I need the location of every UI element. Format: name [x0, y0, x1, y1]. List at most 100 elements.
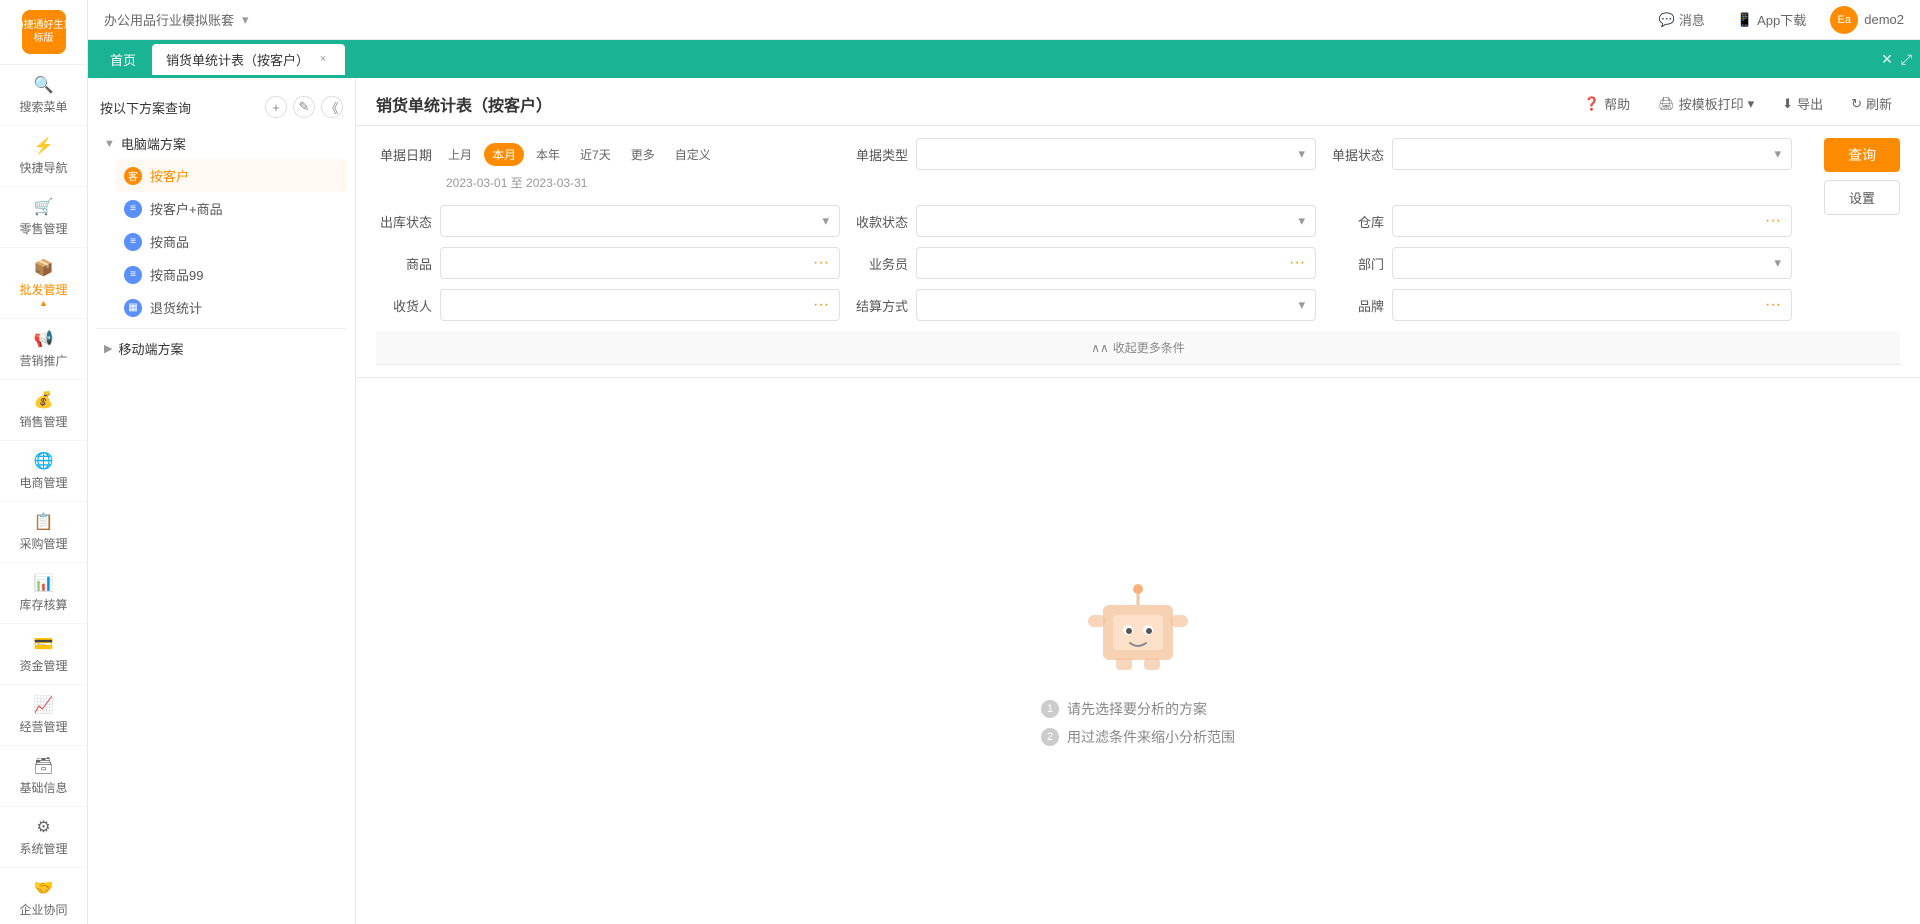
sidebar-item-retail[interactable]: 🛒 零售管理	[0, 187, 87, 248]
message-btn[interactable]: 💬 消息	[1651, 6, 1713, 33]
sidebar-item-label: 营销推广	[19, 352, 67, 369]
search-button[interactable]: 查询	[1824, 138, 1900, 172]
sidebar-item-cooperation[interactable]: 🤝 企业协同	[0, 868, 87, 924]
doc-type-input[interactable]: ▾	[916, 138, 1316, 170]
tree-child-by-goods[interactable]: ≡ 按商品	[116, 225, 347, 258]
sidebar-item-purchase[interactable]: 📋 采购管理	[0, 502, 87, 563]
doc-status-filter-cell: 单据状态 ▾	[1328, 138, 1792, 170]
refresh-icon: ↻	[1851, 96, 1862, 112]
export-icon: ⬇	[1782, 96, 1793, 112]
add-scheme-btn[interactable]: +	[265, 96, 287, 118]
collapse-label: 收起更多条件	[1113, 339, 1185, 356]
tab-close-btn[interactable]: ×	[315, 51, 331, 67]
date-tab-more[interactable]: 更多	[623, 143, 663, 166]
sidebar-item-basic[interactable]: 🗃 基础信息	[0, 746, 87, 807]
print-btn[interactable]: 🖨 按模板打印 ▾	[1650, 90, 1762, 117]
date-label: 单据日期	[376, 145, 432, 164]
download-icon: 📱	[1737, 12, 1753, 28]
tab-active[interactable]: 销货单统计表（按客户） ×	[152, 44, 345, 75]
system-icon: ⚙	[36, 817, 50, 837]
salesperson-input[interactable]: ···	[916, 247, 1316, 279]
sidebar-item-ecommerce[interactable]: 🌐 电商管理	[0, 441, 87, 502]
return-stats-scheme-icon: ▦	[124, 299, 142, 317]
tree-expand-right-icon: ▶	[104, 342, 112, 355]
brand-input[interactable]: ···	[1392, 289, 1792, 321]
help-btn[interactable]: ❓ 帮助	[1576, 90, 1638, 117]
print-arrow-icon: ▾	[1748, 96, 1755, 112]
maximize-icon[interactable]: ⤢	[1901, 51, 1912, 68]
warehouse-label: 仓库	[1328, 212, 1384, 231]
content-area: 按以下方案查询 + ✎ 《 ▼ 电脑端方案 客 按客户	[88, 78, 1920, 924]
user-info[interactable]: Ea demo2	[1830, 6, 1904, 34]
page-header: 销货单统计表（按客户） ❓ 帮助 🖨 按模板打印 ▾ ⬇ 导出	[356, 78, 1920, 126]
goods-scheme-icon: ≡	[124, 233, 142, 251]
receipt-status-input[interactable]: ▾	[916, 205, 1316, 237]
salesperson-label: 业务员	[852, 254, 908, 273]
collapse-panel-btn[interactable]: 《	[321, 96, 343, 118]
out-status-input[interactable]: ▾	[440, 205, 840, 237]
tab-home[interactable]: 首页	[96, 44, 150, 75]
settlement-input[interactable]: ▾	[916, 289, 1316, 321]
sidebar-item-sales[interactable]: 💰 销售管理	[0, 380, 87, 441]
date-tab-7days[interactable]: 近7天	[572, 143, 619, 166]
close-window-icon[interactable]: ✕	[1881, 51, 1893, 68]
sidebar-item-label: 电商管理	[19, 474, 67, 491]
tree-section: ▼ 电脑端方案 客 按客户 ≡ 按客户+商品 ≡ 按商品	[88, 128, 355, 364]
edit-scheme-btn[interactable]: ✎	[293, 96, 315, 118]
search-icon: 🔍	[34, 75, 54, 95]
goods-filter-cell: 商品 ···	[376, 247, 840, 279]
sidebar-item-marketing[interactable]: 📢 营销推广	[0, 319, 87, 380]
empty-tip-2: 2 用过滤条件来缩小分析范围	[1041, 727, 1235, 747]
chevron-up-icon: ▲	[39, 298, 48, 308]
date-tab-this-month[interactable]: 本月	[484, 143, 524, 166]
doc-status-input[interactable]: ▾	[1392, 138, 1792, 170]
date-tab-custom[interactable]: 自定义	[667, 143, 719, 166]
receiver-input[interactable]: ···	[440, 289, 840, 321]
main-area: 办公用品行业模拟账套 ▾ 💬 消息 📱 App下载 Ea demo2 首页 销货…	[88, 0, 1920, 924]
customer-goods-scheme-icon: ≡	[124, 200, 142, 218]
sidebar-item-search[interactable]: 🔍 搜索菜单	[0, 65, 87, 126]
doc-status-arrow: ▾	[1774, 146, 1781, 162]
sidebar-item-shortcut[interactable]: ⚡ 快捷导航	[0, 126, 87, 187]
tree-child-return-stats[interactable]: ▦ 退货统计	[116, 291, 347, 324]
tree-desktop-section[interactable]: ▼ 电脑端方案	[96, 128, 347, 159]
date-range: 2023-03-01 至 2023-03-31	[446, 176, 587, 190]
dept-arrow: ▾	[1774, 255, 1781, 271]
sidebar-item-finance[interactable]: 💳 资金管理	[0, 624, 87, 685]
collapse-bar[interactable]: ∧∧ 收起更多条件	[376, 331, 1900, 365]
goods-dots: ···	[813, 254, 829, 272]
sidebar-item-operation[interactable]: 📈 经营管理	[0, 685, 87, 746]
logo-area: 畅捷通好生意 标版	[0, 0, 87, 65]
app-download-btn[interactable]: 📱 App下载	[1729, 6, 1814, 33]
tip-num-1: 1	[1041, 700, 1059, 718]
sidebar-item-wholesale[interactable]: 📦 批发管理 ▲	[0, 248, 87, 319]
tree-child-by-customer[interactable]: 客 按客户	[116, 159, 347, 192]
warehouse-input[interactable]: ···	[1392, 205, 1792, 237]
sidebar-item-label: 库存核算	[19, 596, 67, 613]
dept-input[interactable]: ▾	[1392, 247, 1792, 279]
sidebar-menu: 🔍 搜索菜单 ⚡ 快捷导航 🛒 零售管理 📦 批发管理 ▲ 📢 营销推广 💰 销…	[0, 65, 87, 924]
export-btn[interactable]: ⬇ 导出	[1774, 90, 1831, 117]
tree-child-by-customer-goods[interactable]: ≡ 按客户+商品	[116, 192, 347, 225]
goods-input[interactable]: ···	[440, 247, 840, 279]
sidebar-item-inventory[interactable]: 📊 库存核算	[0, 563, 87, 624]
sidebar-item-label: 基础信息	[19, 779, 67, 796]
settlement-arrow: ▾	[1298, 297, 1305, 313]
left-panel-header: 按以下方案查询 + ✎ 《	[88, 90, 355, 124]
wholesale-icon: 📦	[34, 258, 54, 278]
tab-bar-actions: ✕ ⤢	[1881, 51, 1912, 68]
home-tab-label: 首页	[110, 50, 136, 69]
customer-scheme-icon: 客	[124, 167, 142, 185]
settings-button[interactable]: 设置	[1824, 180, 1900, 215]
refresh-btn[interactable]: ↻ 刷新	[1843, 90, 1900, 117]
receiver-label: 收货人	[376, 296, 432, 315]
sidebar-item-system[interactable]: ⚙ 系统管理	[0, 807, 87, 868]
tree-mobile-section[interactable]: ▶ 移动端方案	[96, 333, 347, 364]
settlement-label: 结算方式	[852, 296, 908, 315]
tree-child-by-goods99[interactable]: ≡ 按商品99	[116, 258, 347, 291]
receipt-status-filter-cell: 收款状态 ▾	[852, 205, 1316, 237]
settlement-filter-cell: 结算方式 ▾	[852, 289, 1316, 321]
date-tab-last-month[interactable]: 上月	[440, 143, 480, 166]
date-tab-this-year[interactable]: 本年	[528, 143, 568, 166]
left-panel-title: 按以下方案查询	[100, 98, 191, 117]
